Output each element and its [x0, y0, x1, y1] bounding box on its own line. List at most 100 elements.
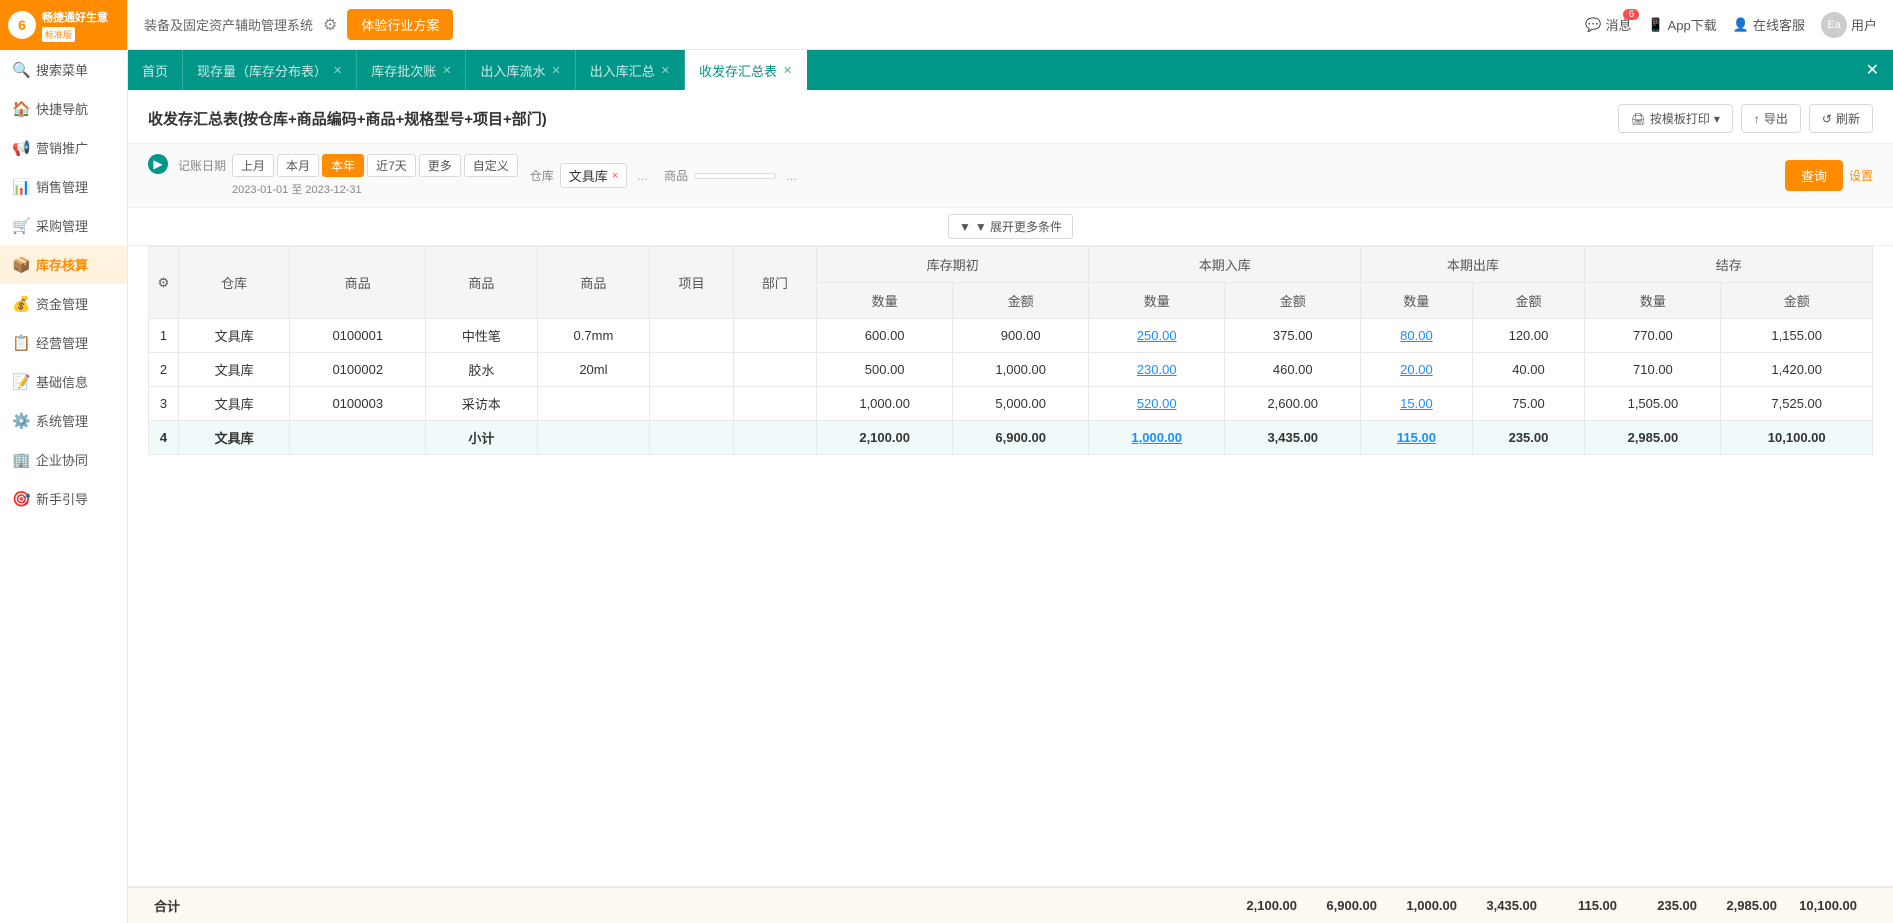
sidebar-item-label: 采购管理 [36, 216, 88, 235]
expand-conditions-button[interactable]: ▼ ▼ 展开更多条件 [948, 214, 1073, 239]
user-menu-button[interactable]: Ea 用户 [1821, 12, 1877, 38]
sidebar-item-quick-nav[interactable]: 🏠 快捷导航 [0, 89, 127, 128]
sidebar-item-enterprise[interactable]: 🏢 企业协同 [0, 440, 127, 479]
tab-inventory-dist-close[interactable]: ✕ [333, 64, 342, 77]
online-service-button[interactable]: 👤 在线客服 [1733, 15, 1805, 34]
seq-cell: 4 [149, 421, 179, 455]
out-amt-cell: 235.00 [1472, 421, 1585, 455]
footer-open-amt: 6,900.00 [1307, 898, 1387, 913]
tab-batch-ledger-close[interactable]: ✕ [442, 64, 451, 77]
in-amt-cell: 460.00 [1225, 353, 1361, 387]
in-qty-cell[interactable]: 250.00 [1089, 319, 1225, 353]
settings-link[interactable]: 设置 [1849, 167, 1873, 184]
code-cell: 0100003 [290, 387, 426, 421]
out-qty-cell[interactable]: 80.00 [1361, 319, 1472, 353]
seq-cell: 2 [149, 353, 179, 387]
sidebar-item-system[interactable]: ⚙️ 系统管理 [0, 401, 127, 440]
tab-in-out-flow-close[interactable]: ✕ [552, 64, 561, 77]
tab-home[interactable]: 首页 [128, 50, 183, 90]
warehouse-input[interactable]: 文具库 × [560, 163, 627, 188]
date-more[interactable]: 更多 [419, 154, 461, 177]
date-buttons: 上月 本月 本年 近7天 更多 自定义 [232, 154, 518, 177]
date-last-month[interactable]: 上月 [232, 154, 274, 177]
sidebar-item-operation[interactable]: 📋 经营管理 [0, 323, 127, 362]
sidebar-item-label: 新手引导 [36, 489, 88, 508]
goods-input[interactable] [694, 173, 776, 179]
col-outbound-header: 本期出库 [1361, 247, 1585, 283]
date-this-month[interactable]: 本月 [277, 154, 319, 177]
open-qty-cell: 1,000.00 [817, 387, 953, 421]
sidebar-item-purchase[interactable]: 🛒 采购管理 [0, 206, 127, 245]
table-row: 4文具库小计2,100.006,900.001,000.003,435.0011… [149, 421, 1873, 455]
header-right: 💬 6 消息 📱 App下载 👤 在线客服 Ea 用户 [1585, 12, 1877, 38]
out-qty-cell[interactable]: 115.00 [1361, 421, 1472, 455]
query-button[interactable]: 查询 [1785, 160, 1843, 191]
refresh-button[interactable]: ↺ 刷新 [1809, 104, 1873, 133]
sidebar-item-label: 企业协同 [36, 450, 88, 469]
data-table-wrapper: ⚙ 仓库 商品 商品 商品 项目 部门 库存期初 本期入库 本期出库 结存 [128, 246, 1893, 886]
warehouse-dots[interactable]: ... [633, 168, 652, 183]
tab-batch-ledger[interactable]: 库存批次账 ✕ [357, 50, 466, 90]
col-out-qty-header: 数量 [1361, 283, 1472, 319]
sidebar-item-finance[interactable]: 💰 资金管理 [0, 284, 127, 323]
tab-in-out-flow[interactable]: 出入库流水 ✕ [466, 50, 575, 90]
message-button[interactable]: 💬 6 消息 [1585, 15, 1631, 34]
home-icon: 🏠 [12, 100, 30, 118]
goods-dots[interactable]: ... [782, 168, 801, 183]
table-header-row-1: ⚙ 仓库 商品 商品 商品 项目 部门 库存期初 本期入库 本期出库 结存 [149, 247, 1873, 283]
tab-bar-close-button[interactable]: ✕ [1852, 60, 1893, 80]
col-project-header: 项目 [650, 247, 733, 319]
settings-gear-button[interactable]: ⚙ [323, 15, 337, 35]
sidebar-item-basic[interactable]: 📝 基础信息 [0, 362, 127, 401]
date-this-year[interactable]: 本年 [322, 154, 364, 177]
in-qty-cell[interactable]: 520.00 [1089, 387, 1225, 421]
sidebar-item-label: 快捷导航 [36, 99, 88, 118]
bal-qty-cell: 770.00 [1585, 319, 1721, 353]
code-cell: 0100001 [290, 319, 426, 353]
tab-inventory-dist[interactable]: 现存量（库存分布表） ✕ [183, 50, 357, 90]
message-badge: 6 [1623, 9, 1639, 20]
expand-conditions-row: ▼ ▼ 展开更多条件 [128, 208, 1893, 246]
chevron-down-icon: ▾ [1714, 112, 1720, 126]
sidebar-item-inventory[interactable]: 📦 库存核算 [0, 245, 127, 284]
bal-amt-cell: 7,525.00 [1721, 387, 1873, 421]
print-button[interactable]: 🖨 按模板打印 ▾ [1618, 104, 1733, 133]
col-settings-header[interactable]: ⚙ [149, 247, 179, 319]
date-custom[interactable]: 自定义 [464, 154, 518, 177]
warehouse-cell: 文具库 [179, 387, 290, 421]
tab-recv-send-summary-close[interactable]: ✕ [783, 64, 792, 77]
filter-content: 记账日期 上月 本月 本年 近7天 更多 自定义 2023-01-01 至 20… [178, 154, 1873, 197]
out-qty-cell[interactable]: 20.00 [1361, 353, 1472, 387]
settings-icon: ⚙ [158, 275, 170, 290]
building-icon: 🏢 [12, 451, 30, 469]
warehouse-filter-label: 仓库 [530, 167, 554, 184]
in-qty-cell[interactable]: 1,000.00 [1089, 421, 1225, 455]
date-label: 记账日期 [178, 154, 226, 174]
cart-icon: 🛒 [12, 217, 30, 235]
footer-bal-qty: 2,985.00 [1707, 898, 1787, 913]
col-in-amt-header: 金额 [1225, 283, 1361, 319]
seq-cell: 3 [149, 387, 179, 421]
search-icon: 🔍 [12, 61, 30, 79]
goods-filter-group: 商品 ... [664, 167, 801, 184]
date-last7days[interactable]: 近7天 [367, 154, 416, 177]
trial-button[interactable]: 体验行业方案 [347, 9, 453, 40]
sidebar-item-search[interactable]: 🔍 搜索菜单 [0, 50, 127, 89]
warehouse-tag-remove[interactable]: × [612, 170, 618, 182]
sidebar-item-newbie[interactable]: 🎯 新手引导 [0, 479, 127, 518]
date-range-display: 2023-01-01 至 2023-12-31 [232, 181, 518, 197]
tab-in-out-summary[interactable]: 出入库汇总 ✕ [576, 50, 685, 90]
date-options: 上月 本月 本年 近7天 更多 自定义 2023-01-01 至 2023-12… [232, 154, 518, 197]
tab-recv-send-summary[interactable]: 收发存汇总表 ✕ [685, 50, 807, 90]
col-bal-amt-header: 金额 [1721, 283, 1873, 319]
export-button[interactable]: ↑ 导出 [1741, 104, 1801, 133]
in-qty-cell[interactable]: 230.00 [1089, 353, 1225, 387]
sidebar-item-sales[interactable]: 📊 销售管理 [0, 167, 127, 206]
app-download-button[interactable]: 📱 App下载 [1647, 15, 1716, 34]
warehouse-cell: 文具库 [179, 353, 290, 387]
col-warehouse-header: 仓库 [179, 247, 290, 319]
filter-collapse-button[interactable]: ▶ [148, 154, 168, 174]
tab-in-out-summary-close[interactable]: ✕ [661, 64, 670, 77]
sidebar-item-marketing[interactable]: 📢 营销推广 [0, 128, 127, 167]
out-qty-cell[interactable]: 15.00 [1361, 387, 1472, 421]
